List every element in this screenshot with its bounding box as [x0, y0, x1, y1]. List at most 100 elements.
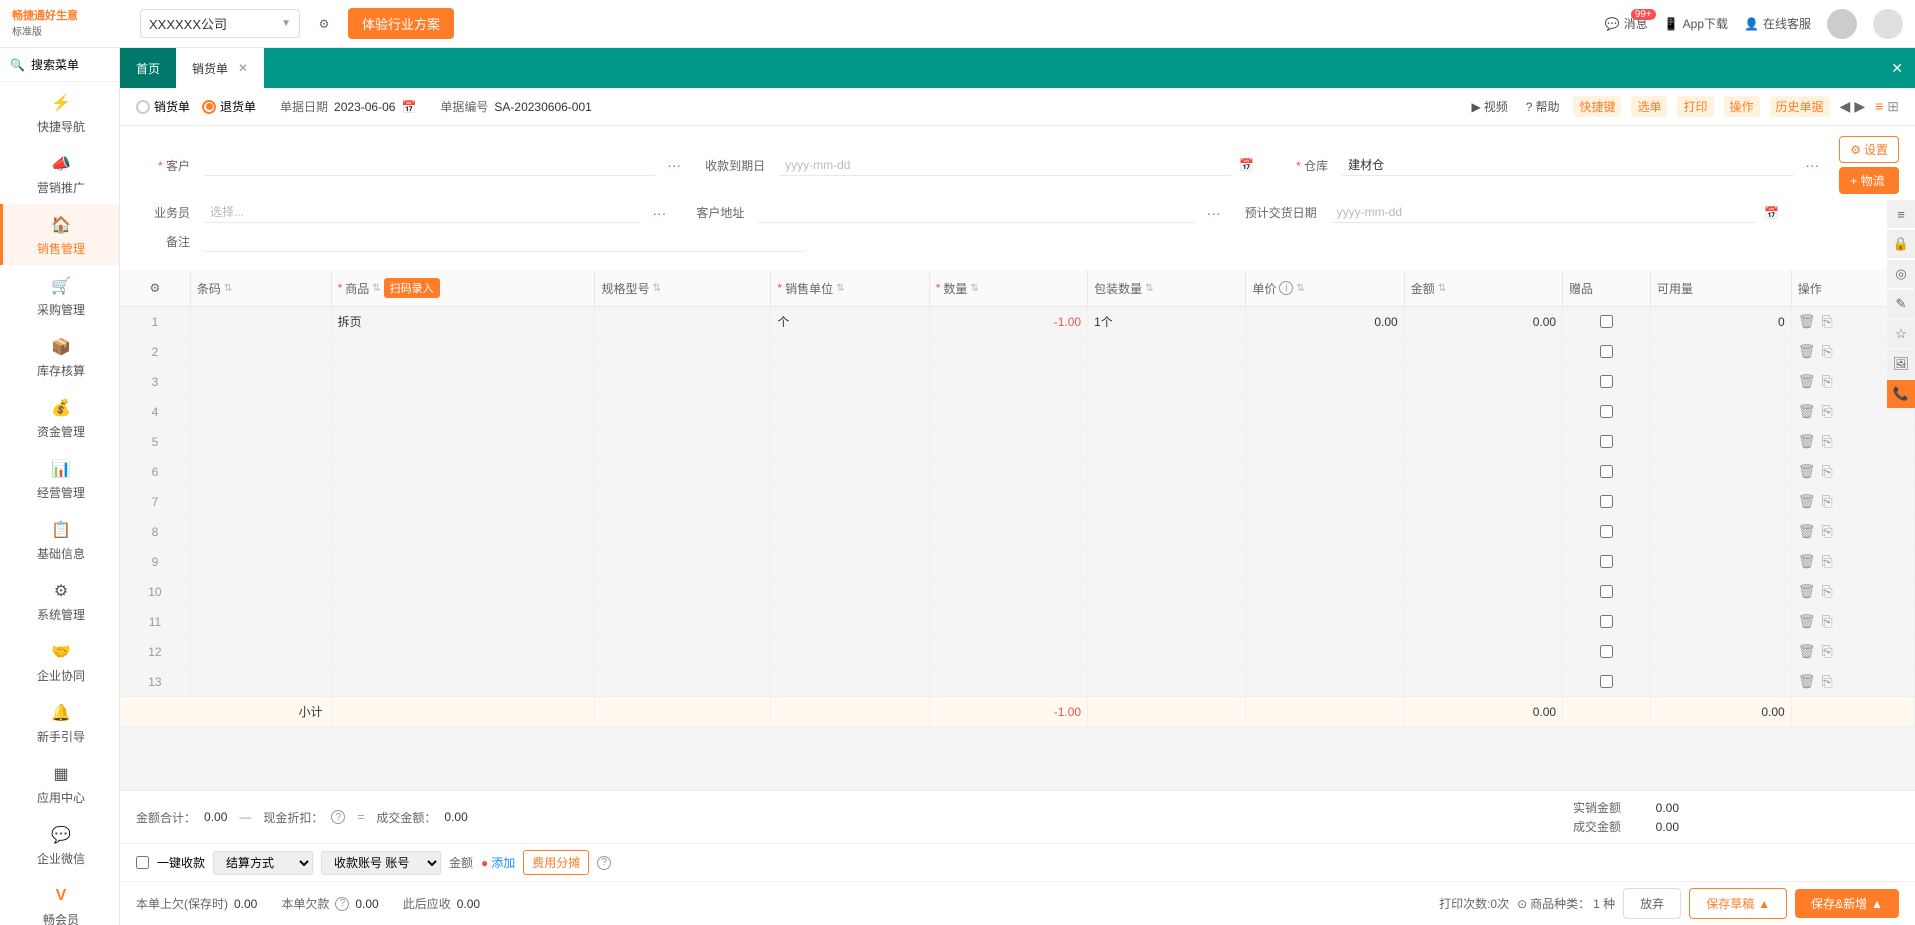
row-qty[interactable]	[929, 337, 1087, 367]
delete-icon[interactable]: 🗑	[1798, 613, 1816, 630]
receive-date-input[interactable]	[779, 155, 1231, 176]
row-gift[interactable]	[1563, 547, 1651, 577]
abandon-btn[interactable]: 放弃	[1623, 888, 1681, 919]
window-close-icon[interactable]: ✕	[1891, 60, 1903, 76]
row-gift[interactable]	[1563, 427, 1651, 457]
row-spec[interactable]	[595, 637, 771, 667]
salesperson-dots-icon[interactable]: ···	[648, 205, 670, 221]
row-pack-qty[interactable]	[1088, 427, 1246, 457]
receive-date-calendar-icon[interactable]: 📅	[1239, 158, 1254, 172]
row-product[interactable]	[331, 607, 595, 637]
scan-btn[interactable]: 扫码录入	[384, 278, 440, 298]
sidebar-item-finance[interactable]: 💰 资金管理	[0, 387, 119, 448]
delete-icon[interactable]: 🗑	[1798, 553, 1816, 570]
row-qty[interactable]	[929, 577, 1087, 607]
logistics-btn[interactable]: + 物流	[1839, 167, 1899, 194]
row-gift[interactable]	[1563, 367, 1651, 397]
calendar-icon[interactable]: 📅	[401, 100, 416, 114]
btn-help[interactable]: ? 帮助	[1522, 96, 1564, 117]
row-amount[interactable]	[1404, 607, 1562, 637]
warehouse-input[interactable]	[1342, 155, 1793, 176]
customer-input[interactable]	[204, 155, 655, 176]
copy-icon[interactable]: ⎘	[1822, 673, 1833, 690]
row-amount[interactable]	[1404, 667, 1562, 697]
sidebar-item-inventory[interactable]: 📦 库存核算	[0, 326, 119, 387]
grid-view-icon[interactable]: ⊞	[1887, 98, 1899, 115]
row-amount[interactable]	[1404, 547, 1562, 577]
row-pack-qty[interactable]	[1088, 547, 1246, 577]
avatar2[interactable]	[1873, 9, 1903, 39]
row-price[interactable]	[1246, 577, 1404, 607]
btn-history[interactable]: 历史单据	[1770, 96, 1830, 117]
salesperson-input[interactable]	[204, 202, 640, 223]
delete-icon[interactable]: 🗑	[1798, 463, 1816, 480]
delete-icon[interactable]: 🗑	[1798, 493, 1816, 510]
row-barcode[interactable]	[190, 547, 331, 577]
delete-icon[interactable]: 🗑	[1798, 313, 1816, 330]
row-gift[interactable]	[1563, 337, 1651, 367]
row-qty[interactable]	[929, 637, 1087, 667]
row-amount[interactable]	[1404, 637, 1562, 667]
row-spec[interactable]	[595, 367, 771, 397]
row-product[interactable]	[331, 457, 595, 487]
save-new-btn[interactable]: 保存&新增 ▲	[1795, 889, 1899, 918]
row-unit[interactable]	[771, 517, 929, 547]
btn-video[interactable]: ▶ 视频	[1468, 96, 1512, 117]
float-btn-7[interactable]: 📞	[1887, 380, 1915, 408]
message-btn[interactable]: 💬 消息 99+	[1605, 15, 1648, 32]
online-service-btn[interactable]: 👤 在线客服	[1744, 15, 1811, 32]
row-spec[interactable]	[595, 547, 771, 577]
expected-date-calendar-icon[interactable]: 📅	[1764, 206, 1779, 220]
sidebar-item-base-info[interactable]: 📋 基础信息	[0, 509, 119, 570]
row-unit[interactable]	[771, 487, 929, 517]
row-amount[interactable]	[1404, 457, 1562, 487]
float-btn-3[interactable]: ◎	[1887, 260, 1915, 288]
btn-operate[interactable]: 操作	[1724, 96, 1760, 117]
row-amount[interactable]	[1404, 427, 1562, 457]
delete-icon[interactable]: 🗑	[1798, 403, 1816, 420]
delete-icon[interactable]: 🗑	[1798, 583, 1816, 600]
copy-icon[interactable]: ⎘	[1822, 553, 1833, 570]
row-product[interactable]: 拆页	[331, 307, 595, 337]
settings-btn[interactable]: ⚙ ⚙ 设置设置	[1839, 136, 1899, 163]
customer-address-input[interactable]	[758, 202, 1194, 223]
row-price[interactable]	[1246, 427, 1404, 457]
tab-sales-order[interactable]: 销货单 ✕	[176, 48, 264, 88]
row-product[interactable]	[331, 487, 595, 517]
row-qty[interactable]	[929, 367, 1087, 397]
row-barcode[interactable]	[190, 337, 331, 367]
row-barcode[interactable]	[190, 457, 331, 487]
avatar[interactable]	[1827, 9, 1857, 39]
row-product[interactable]	[331, 517, 595, 547]
row-pack-qty[interactable]	[1088, 487, 1246, 517]
float-btn-5[interactable]: ☆	[1887, 320, 1915, 348]
row-product[interactable]	[331, 337, 595, 367]
prev-arrow-icon[interactable]: ◀	[1840, 98, 1851, 115]
copy-icon[interactable]: ⎘	[1822, 343, 1833, 360]
row-gift[interactable]	[1563, 577, 1651, 607]
sidebar-item-enterprise[interactable]: 🤝 企业协同	[0, 631, 119, 692]
account-select[interactable]: 收款账号 账号	[321, 851, 441, 875]
row-spec[interactable]	[595, 487, 771, 517]
save-draft-btn[interactable]: 保存草稿 ▲	[1689, 888, 1787, 919]
row-product[interactable]	[331, 547, 595, 577]
row-price[interactable]	[1246, 517, 1404, 547]
customer-address-dots-icon[interactable]: ···	[1203, 205, 1225, 221]
row-price[interactable]	[1246, 457, 1404, 487]
row-product[interactable]	[331, 667, 595, 697]
row-price[interactable]	[1246, 667, 1404, 697]
row-gift[interactable]	[1563, 487, 1651, 517]
row-price[interactable]	[1246, 637, 1404, 667]
row-unit[interactable]	[771, 667, 929, 697]
row-price[interactable]	[1246, 397, 1404, 427]
row-spec[interactable]	[595, 397, 771, 427]
debt-info-icon[interactable]: ?	[335, 897, 349, 911]
row-price[interactable]: 0.00	[1246, 307, 1404, 337]
row-price[interactable]	[1246, 607, 1404, 637]
row-qty[interactable]	[929, 427, 1087, 457]
date-value[interactable]: 2023-06-06	[334, 100, 395, 114]
fenyong-btn[interactable]: 费用分摊	[523, 850, 589, 875]
row-product[interactable]	[331, 427, 595, 457]
row-unit[interactable]	[771, 607, 929, 637]
row-product[interactable]	[331, 637, 595, 667]
